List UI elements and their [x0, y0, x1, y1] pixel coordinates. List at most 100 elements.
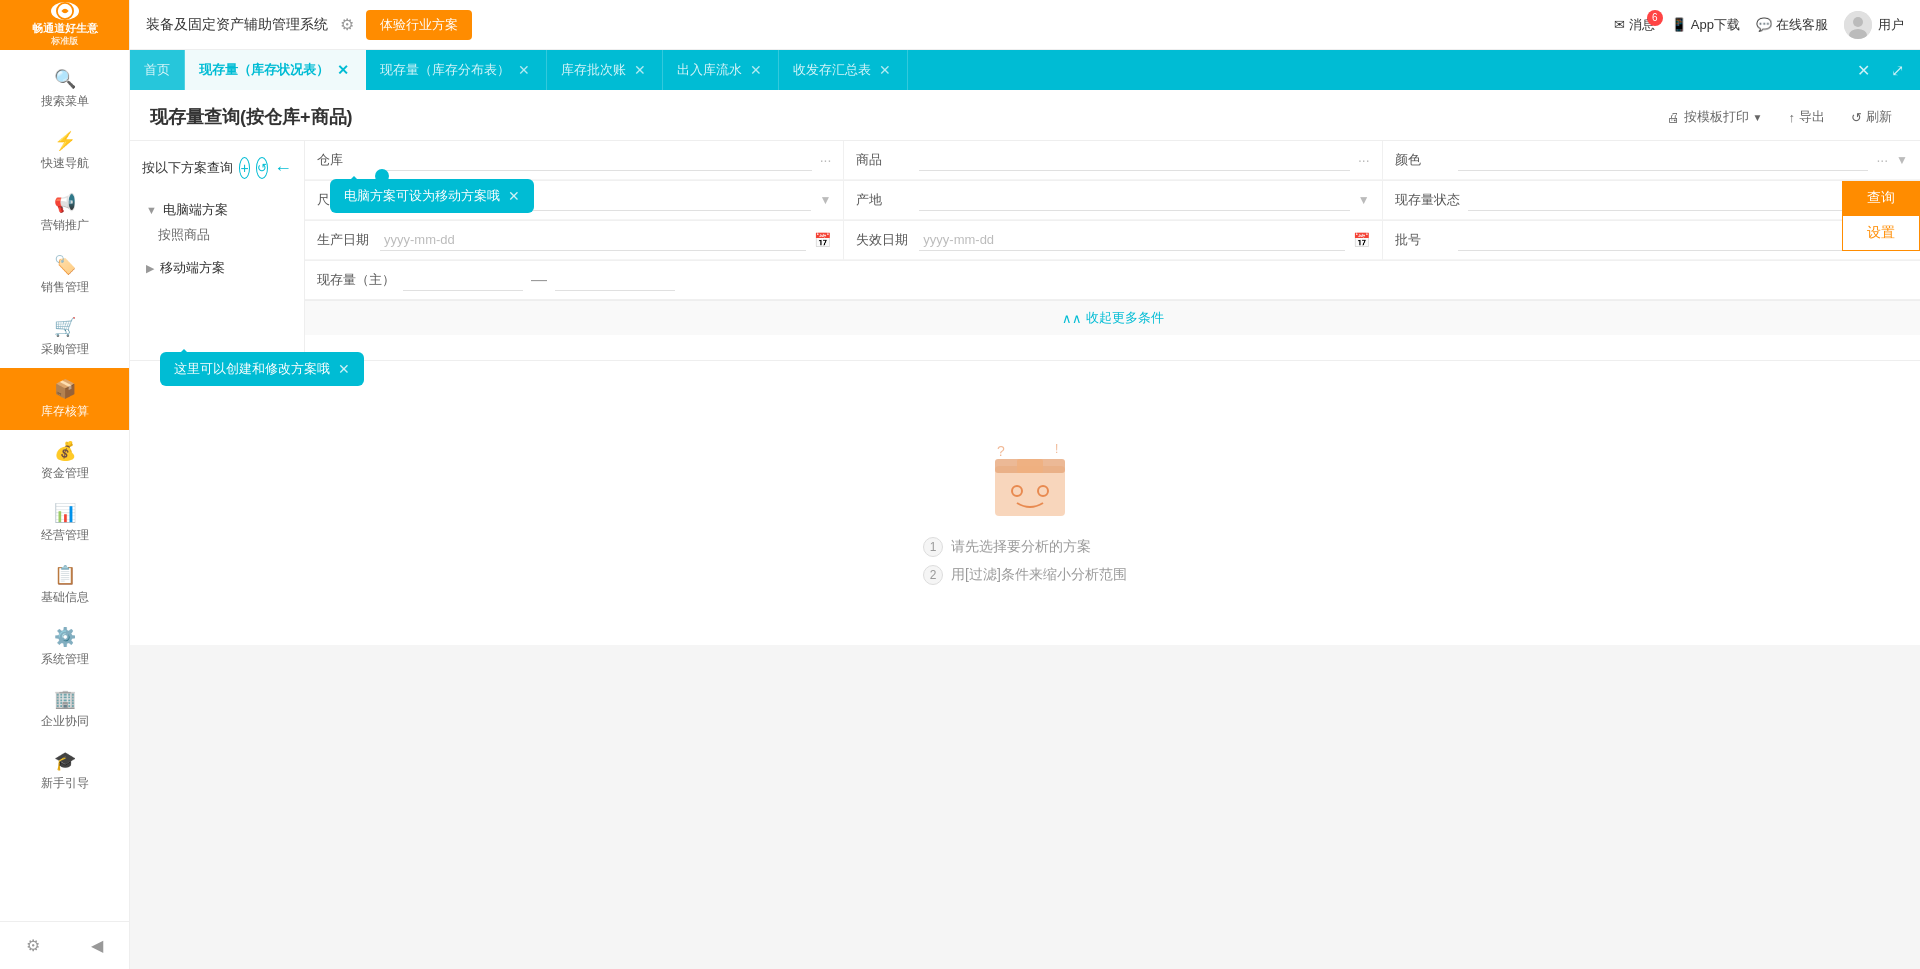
tab-close-in-out[interactable]: ✕ — [748, 62, 764, 78]
stock-status-input[interactable] — [1468, 189, 1888, 211]
tab-stock-dist[interactable]: 现存量（库存分布表） ✕ — [366, 50, 547, 90]
refresh-label: 刷新 — [1866, 108, 1892, 126]
scheme-mobile[interactable]: ▶ 移动端方案 — [130, 255, 304, 281]
tab-stock-dist-label: 现存量（库存分布表） — [380, 61, 510, 79]
product-input[interactable] — [919, 149, 1350, 171]
set-button[interactable]: 设置 — [1842, 215, 1920, 251]
tab-home[interactable]: 首页 — [130, 50, 185, 90]
tab-close-stock-batch[interactable]: ✕ — [632, 62, 648, 78]
print-btn[interactable]: 🖨 按模板打印 ▼ — [1659, 104, 1771, 130]
expiry-date-input[interactable] — [919, 229, 1344, 251]
tooltip2-close-btn[interactable]: ✕ — [338, 361, 350, 377]
message-icon: ✉ — [1614, 17, 1625, 32]
hint-number-1: 1 — [923, 537, 943, 557]
expiry-date-calendar-icon[interactable]: 📅 — [1353, 232, 1370, 248]
sidebar-item-inventory[interactable]: 📦 库存核算 — [0, 368, 129, 430]
color-dropdown-icon[interactable]: ▼ — [1896, 153, 1908, 167]
filter-header: 按以下方案查询 + ↺ ← — [130, 149, 304, 187]
size-dropdown-icon[interactable]: ▼ — [819, 193, 831, 207]
message-btn[interactable]: ✉ 消息 6 — [1614, 16, 1655, 34]
experience-plan-button[interactable]: 体验行业方案 — [366, 10, 472, 40]
sidebar-item-label: 基础信息 — [41, 589, 89, 606]
export-btn[interactable]: ↑ 导出 — [1781, 104, 1834, 130]
finance-icon: 💰 — [54, 440, 76, 462]
sidebar-item-guide[interactable]: 🎓 新手引导 — [0, 740, 129, 802]
svg-text:!: ! — [1055, 442, 1058, 456]
filter-back-button[interactable]: ← — [274, 158, 292, 179]
sidebar: 畅通道好生意 标准版 🔍 搜索菜单 ⚡ 快速导航 📢 营销推广 🏷️ 销售管理 … — [0, 0, 130, 969]
guide-icon: 🎓 — [54, 750, 76, 772]
sidebar-item-enterprise[interactable]: 🏢 企业协同 — [0, 678, 129, 740]
batch-input[interactable] — [1458, 229, 1908, 251]
hint-text-2: 用[过滤]条件来缩小分析范围 — [951, 566, 1127, 584]
sidebar-item-operation[interactable]: 📊 经营管理 — [0, 492, 129, 554]
filter-add-button[interactable]: + — [239, 157, 250, 179]
filter-field-production-date: 生产日期 📅 — [305, 221, 843, 260]
page-title: 现存量查询(按仓库+商品) — [150, 105, 353, 129]
origin-dropdown-icon[interactable]: ▼ — [1358, 193, 1370, 207]
filter-action-buttons: 查询 设置 — [1842, 181, 1920, 251]
print-icon: 🖨 — [1667, 110, 1680, 125]
collapse-filter-btn[interactable]: ∧∧ 收起更多条件 — [305, 300, 1920, 335]
tab-close-collect-summary[interactable]: ✕ — [877, 62, 893, 78]
warehouse-input[interactable] — [380, 149, 812, 171]
collapse-sidebar-btn[interactable]: ◀ — [87, 932, 107, 959]
origin-input[interactable] — [919, 189, 1349, 211]
user-menu[interactable]: 用户 — [1844, 11, 1904, 39]
filter-refresh-button[interactable]: ↺ — [256, 157, 268, 179]
operation-icon: 📊 — [54, 502, 76, 524]
sidebar-logo: 畅通道好生意 标准版 — [0, 0, 129, 50]
refresh-btn[interactable]: ↺ 刷新 — [1843, 104, 1900, 130]
phone-icon: 📱 — [1671, 17, 1687, 32]
query-button[interactable]: 查询 — [1842, 181, 1920, 215]
quick-icon: ⚡ — [54, 130, 76, 152]
scheme-mobile-arrow-icon: ▶ — [146, 262, 154, 275]
tab-in-out[interactable]: 出入库流水 ✕ — [663, 50, 779, 90]
sidebar-item-finance[interactable]: 💰 资金管理 — [0, 430, 129, 492]
collapse-label: 收起更多条件 — [1086, 309, 1164, 327]
tab-expand-btn[interactable]: ⤢ — [1884, 57, 1910, 83]
scheme-desktop-label: 电脑端方案 — [163, 201, 228, 219]
app-download-btn[interactable]: 📱 App下载 — [1671, 16, 1740, 34]
tab-collect-summary[interactable]: 收发存汇总表 ✕ — [779, 50, 908, 90]
scheme-desktop[interactable]: ▼ 电脑端方案 — [130, 197, 304, 223]
sidebar-item-search[interactable]: 🔍 搜索菜单 — [0, 58, 129, 120]
inventory-range-from[interactable] — [403, 269, 523, 291]
production-date-calendar-icon[interactable]: 📅 — [814, 232, 831, 248]
inventory-icon: 📦 — [54, 378, 76, 400]
scheme-mobile-label: 移动端方案 — [160, 259, 225, 277]
sidebar-item-system[interactable]: ⚙️ 系统管理 — [0, 616, 129, 678]
tooltip-desktop-scheme: 电脑方案可设为移动方案哦 ✕ — [330, 179, 534, 213]
user-avatar — [1844, 11, 1872, 39]
inventory-range-to[interactable] — [555, 269, 675, 291]
logo-subtitle: 标准版 — [51, 35, 78, 48]
warehouse-dots-icon[interactable]: ··· — [820, 152, 832, 168]
online-service-btn[interactable]: 💬 在线客服 — [1756, 16, 1828, 34]
sidebar-item-quick[interactable]: ⚡ 快速导航 — [0, 120, 129, 182]
color-dots-icon[interactable]: ··· — [1876, 152, 1888, 168]
sidebar-item-sales[interactable]: 🏷️ 销售管理 — [0, 244, 129, 306]
svg-text:?: ? — [997, 443, 1005, 459]
filter-body: 仓库 ··· 商品 ··· 颜色 — [305, 141, 1920, 360]
filter-label: 按以下方案查询 — [142, 159, 233, 177]
tooltip1-close-btn[interactable]: ✕ — [508, 188, 520, 204]
tab-stock-batch[interactable]: 库存批次账 ✕ — [547, 50, 663, 90]
tab-close-all-btn[interactable]: ✕ — [1850, 57, 1876, 83]
color-input[interactable] — [1458, 149, 1869, 171]
settings-bottom-btn[interactable]: ⚙ — [22, 932, 44, 959]
enterprise-icon: 🏢 — [54, 688, 76, 710]
tab-close-stock-status[interactable]: ✕ — [335, 62, 351, 78]
service-icon: 💬 — [1756, 17, 1772, 32]
header-gear-icon[interactable]: ⚙ — [340, 15, 354, 34]
sidebar-item-label: 快速导航 — [41, 155, 89, 172]
sidebar-item-purchase[interactable]: 🛒 采购管理 — [0, 306, 129, 368]
sidebar-item-basic[interactable]: 📋 基础信息 — [0, 554, 129, 616]
scheme-child-item[interactable]: 按照商品 — [158, 223, 304, 247]
product-dots-icon[interactable]: ··· — [1358, 152, 1370, 168]
production-date-input[interactable] — [380, 229, 806, 251]
header-left: 装备及固定资产辅助管理系统 ⚙ 体验行业方案 — [146, 10, 472, 40]
tab-close-stock-dist[interactable]: ✕ — [516, 62, 532, 78]
marketing-icon: 📢 — [54, 192, 76, 214]
sidebar-item-marketing[interactable]: 📢 营销推广 — [0, 182, 129, 244]
tab-stock-status[interactable]: 现存量（库存状况表） ✕ — [185, 50, 366, 90]
